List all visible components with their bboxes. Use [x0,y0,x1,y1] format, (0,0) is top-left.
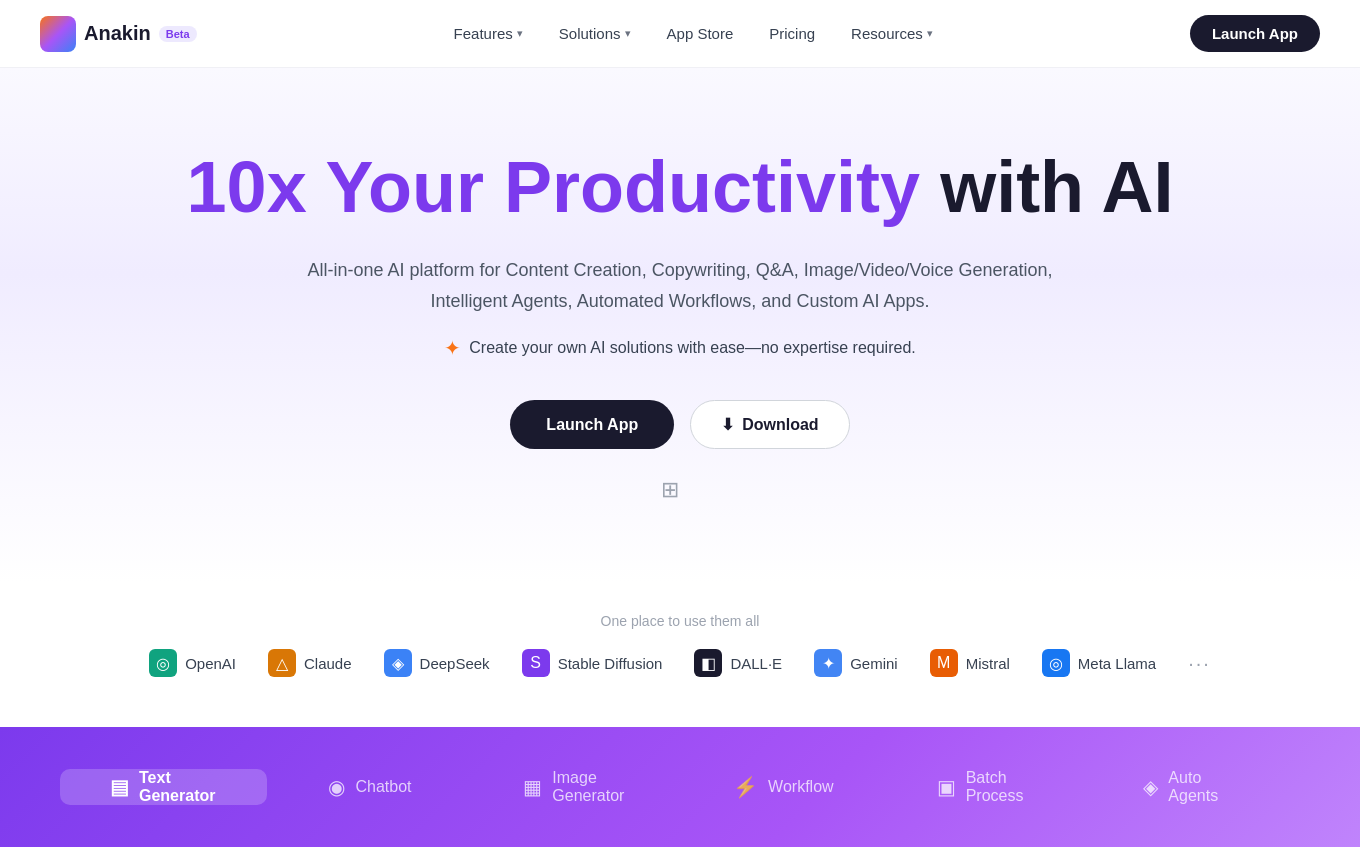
download-icon: ⬇ [721,415,734,434]
nav-launch-button[interactable]: Launch App [1190,15,1320,52]
nav-item-features[interactable]: Features ▾ [454,25,523,42]
integrations-label: One place to use them all [40,613,1320,629]
hero-title: 10x Your Productivity with AI [40,148,1320,227]
logo-text: Anakin [84,22,151,45]
hero-buttons: Launch App ⬇ Download [40,400,1320,449]
batch-process-icon: ▣ [937,775,956,799]
integration-claude[interactable]: △ Claude [268,649,352,677]
openai-icon: ◎ [149,649,177,677]
navbar: Anakin Beta Features ▾ Solutions ▾ App S… [0,0,1360,68]
more-integrations: ··· [1188,652,1211,675]
feature-auto-agents[interactable]: ◈ Auto Agents [1093,769,1300,805]
sparkle-icon: ✦ [444,336,461,360]
mistral-icon: M [930,649,958,677]
integrations-section: One place to use them all ◎ OpenAI △ Cla… [0,583,1360,727]
integration-gemini[interactable]: ✦ Gemini [814,649,898,677]
integration-deepseek[interactable]: ◈ DeepSeek [384,649,490,677]
feature-chatbot[interactable]: ◉ Chatbot [267,775,474,799]
hero-section: 10x Your Productivity with AI All-in-one… [0,68,1360,583]
chevron-down-icon: ▾ [927,27,933,40]
chevron-down-icon: ▾ [517,27,523,40]
text-generator-icon: ▤ [110,775,129,799]
chevron-down-icon: ▾ [625,27,631,40]
chatbot-icon: ◉ [328,775,345,799]
image-generator-icon: ▦ [523,775,542,799]
nav-item-resources[interactable]: Resources ▾ [851,25,933,42]
integration-stable-diffusion[interactable]: S Stable Diffusion [522,649,663,677]
windows-icon: ⊞ [661,477,679,503]
integration-openai[interactable]: ◎ OpenAI [149,649,236,677]
feature-bar: ▤ Text Generator ◉ Chatbot ▦ Image Gener… [0,727,1360,847]
dalle-icon: ◧ [694,649,722,677]
hero-subtitle: All-in-one AI platform for Content Creat… [290,255,1070,316]
nav-item-solutions[interactable]: Solutions ▾ [559,25,631,42]
auto-agents-icon: ◈ [1143,775,1158,799]
feature-batch-process[interactable]: ▣ Batch Process [887,769,1094,805]
feature-image-generator[interactable]: ▦ Image Generator [473,769,680,805]
logo[interactable]: Anakin Beta [40,16,197,52]
beta-badge: Beta [159,26,197,42]
os-icons: ⊞ [40,477,1320,503]
launch-app-button[interactable]: Launch App [510,400,674,449]
workflow-icon: ⚡ [733,775,758,799]
claude-icon: △ [268,649,296,677]
nav-item-appstore[interactable]: App Store [667,25,734,42]
hero-tagline: ✦ Create your own AI solutions with ease… [40,336,1320,360]
integration-meta-llama[interactable]: ◎ Meta Llama [1042,649,1156,677]
gemini-icon: ✦ [814,649,842,677]
nav-links: Features ▾ Solutions ▾ App Store Pricing… [454,25,933,42]
feature-text-generator[interactable]: ▤ Text Generator [60,769,267,805]
integration-list: ◎ OpenAI △ Claude ◈ DeepSeek S Stable Di… [40,649,1320,677]
integration-mistral[interactable]: M Mistral [930,649,1010,677]
integration-dalle[interactable]: ◧ DALL·E [694,649,782,677]
logo-icon [40,16,76,52]
stable-diffusion-icon: S [522,649,550,677]
download-button[interactable]: ⬇ Download [690,400,849,449]
feature-workflow[interactable]: ⚡ Workflow [680,775,887,799]
meta-icon: ◎ [1042,649,1070,677]
nav-item-pricing[interactable]: Pricing [769,25,815,42]
deepseek-icon: ◈ [384,649,412,677]
